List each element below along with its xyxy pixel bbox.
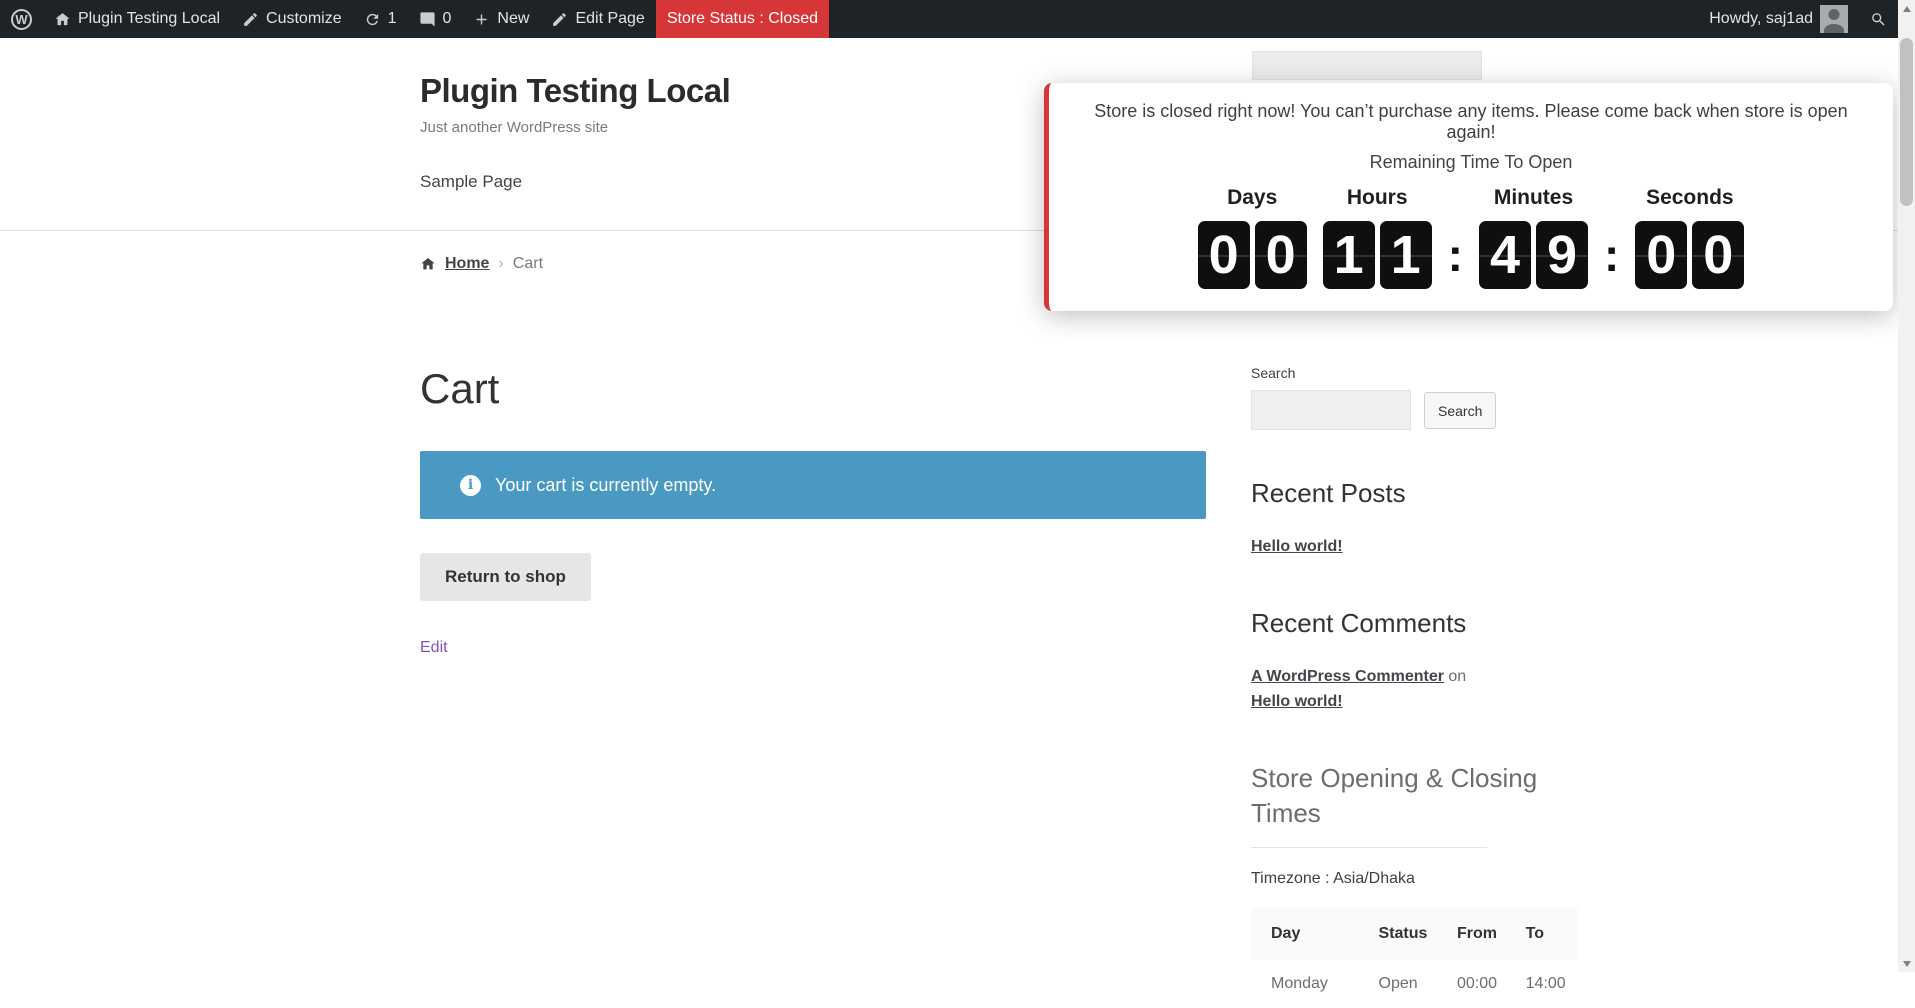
admin-bar-new-label: New <box>497 10 529 28</box>
pencil-icon <box>551 11 568 28</box>
countdown-days-label: Days <box>1227 186 1277 210</box>
recent-comments-widget: Recent Comments A WordPress Commenter on… <box>1251 606 1578 715</box>
breadcrumb-current: Cart <box>513 255 543 273</box>
flip-digit: 0 <box>1255 221 1307 289</box>
avatar <box>1820 5 1848 33</box>
table-row: Monday Open 00:00 14:00 <box>1251 960 1578 1008</box>
flip-digit: 0 <box>1635 221 1687 289</box>
header-search-input[interactable] <box>1252 51 1482 80</box>
admin-bar-left: W Plugin Testing Local Customize 1 0 New… <box>0 0 829 38</box>
table-header-to: To <box>1526 908 1578 960</box>
countdown-seconds: Seconds 0 0 <box>1635 186 1744 289</box>
search-input[interactable] <box>1251 390 1411 430</box>
update-icon <box>364 11 381 28</box>
main-content: Cart i Your cart is currently empty. Ret… <box>420 365 1206 657</box>
cell-from: 00:00 <box>1457 960 1526 1008</box>
cell-day: Monday <box>1251 960 1379 1008</box>
admin-bar-right: Howdy, saj1ad <box>1698 0 1898 38</box>
store-times-widget: Store Opening & Closing Times Timezone :… <box>1251 761 1578 1008</box>
store-status-label: Store Status : Closed <box>667 10 818 28</box>
countdown-colon: : <box>1604 232 1619 278</box>
wordpress-logo-icon: W <box>11 9 32 30</box>
countdown-minutes: Minutes 4 9 <box>1479 186 1588 289</box>
nav-item-sample-page[interactable]: Sample Page <box>420 172 522 191</box>
search-widget-label: Search <box>1251 365 1578 381</box>
flip-digit: 0 <box>1198 221 1250 289</box>
admin-bar-comments[interactable]: 0 <box>408 0 463 38</box>
divider <box>1251 847 1487 848</box>
breadcrumb-home-link[interactable]: Home <box>445 255 489 273</box>
edit-link[interactable]: Edit <box>420 639 448 657</box>
info-icon: i <box>460 475 481 496</box>
countdown-seconds-label: Seconds <box>1646 186 1734 210</box>
admin-bar: W Plugin Testing Local Customize 1 0 New… <box>0 0 1898 38</box>
admin-bar-search-button[interactable] <box>1859 0 1898 38</box>
store-closed-message: Store is closed right now! You can’t pur… <box>1069 101 1873 143</box>
scrollbar[interactable] <box>1898 0 1915 972</box>
sidebar: Search Search Recent Posts Hello world! … <box>1251 365 1578 1008</box>
admin-bar-edit-page-label: Edit Page <box>575 10 644 28</box>
list-item: Hello world! <box>1251 535 1578 560</box>
flip-digit: 1 <box>1380 221 1432 289</box>
countdown-subtitle: Remaining Time To Open <box>1069 152 1873 173</box>
recent-posts-widget: Recent Posts Hello world! <box>1251 476 1578 560</box>
home-icon <box>420 256 436 272</box>
plus-icon <box>473 11 490 28</box>
recent-post-link[interactable]: Hello world! <box>1251 538 1343 555</box>
store-times-title: Store Opening & Closing Times <box>1251 761 1578 831</box>
admin-bar-updates[interactable]: 1 <box>353 0 408 38</box>
admin-bar-edit-page[interactable]: Edit Page <box>540 0 655 38</box>
scrollbar-up-arrow[interactable] <box>1898 0 1915 17</box>
cart-empty-notice-text: Your cart is currently empty. <box>495 475 716 496</box>
flip-digit: 0 <box>1692 221 1744 289</box>
admin-bar-comment-count: 0 <box>443 10 452 28</box>
recent-comments-title: Recent Comments <box>1251 606 1578 641</box>
comment-connector: on <box>1448 668 1466 685</box>
flip-digit: 1 <box>1323 221 1375 289</box>
timezone-label: Timezone : Asia/Dhaka <box>1251 870 1578 888</box>
admin-bar-new[interactable]: New <box>462 0 540 38</box>
cart-empty-notice: i Your cart is currently empty. <box>420 451 1206 519</box>
howdy-label: Howdy, saj1ad <box>1709 10 1813 28</box>
search-widget: Search Search <box>1251 365 1578 430</box>
cell-status: Open <box>1379 960 1457 1008</box>
scrollbar-down-arrow[interactable] <box>1898 955 1915 972</box>
scrollbar-thumb[interactable] <box>1900 38 1913 206</box>
page-title: Cart <box>420 365 1206 413</box>
cell-to: 14:00 <box>1526 960 1578 1008</box>
table-header-from: From <box>1457 908 1526 960</box>
admin-bar-my-account[interactable]: Howdy, saj1ad <box>1698 0 1859 38</box>
store-closed-popup: Store is closed right now! You can’t pur… <box>1044 83 1893 311</box>
table-header-day: Day <box>1251 908 1379 960</box>
flip-digit: 4 <box>1479 221 1531 289</box>
admin-bar-store-status-badge[interactable]: Store Status : Closed <box>656 0 829 38</box>
admin-bar-customize-label: Customize <box>266 10 342 28</box>
breadcrumb-separator: › <box>498 255 503 273</box>
table-header-status: Status <box>1379 908 1457 960</box>
comment-author-link[interactable]: A WordPress Commenter <box>1251 668 1444 685</box>
admin-bar-site-name[interactable]: Plugin Testing Local <box>43 0 231 38</box>
store-times-table: Day Status From To Monday Open 00:00 14:… <box>1251 908 1578 1008</box>
countdown-hours-label: Hours <box>1347 186 1408 210</box>
flip-digit: 9 <box>1536 221 1588 289</box>
search-icon <box>1870 11 1887 28</box>
admin-bar-customize[interactable]: Customize <box>231 0 353 38</box>
list-item: A WordPress Commenter on Hello world! <box>1251 665 1493 715</box>
home-icon <box>54 11 71 28</box>
return-to-shop-button[interactable]: Return to shop <box>420 553 591 601</box>
wp-logo-button[interactable]: W <box>0 0 43 38</box>
search-button[interactable]: Search <box>1424 392 1496 429</box>
admin-bar-site-name-label: Plugin Testing Local <box>78 10 220 28</box>
countdown-days: Days 0 0 <box>1198 186 1307 289</box>
admin-bar-update-count: 1 <box>388 10 397 28</box>
pencil-icon <box>242 11 259 28</box>
table-header-row: Day Status From To <box>1251 908 1578 960</box>
recent-posts-title: Recent Posts <box>1251 476 1578 511</box>
comment-icon <box>419 11 436 28</box>
countdown-minutes-label: Minutes <box>1494 186 1573 210</box>
countdown-colon: : <box>1448 232 1463 278</box>
countdown-timer: Days 0 0 Hours 1 1 : Minutes 4 9 : Secon… <box>1069 186 1873 289</box>
comment-post-link[interactable]: Hello world! <box>1251 693 1343 710</box>
countdown-hours: Hours 1 1 <box>1323 186 1432 289</box>
